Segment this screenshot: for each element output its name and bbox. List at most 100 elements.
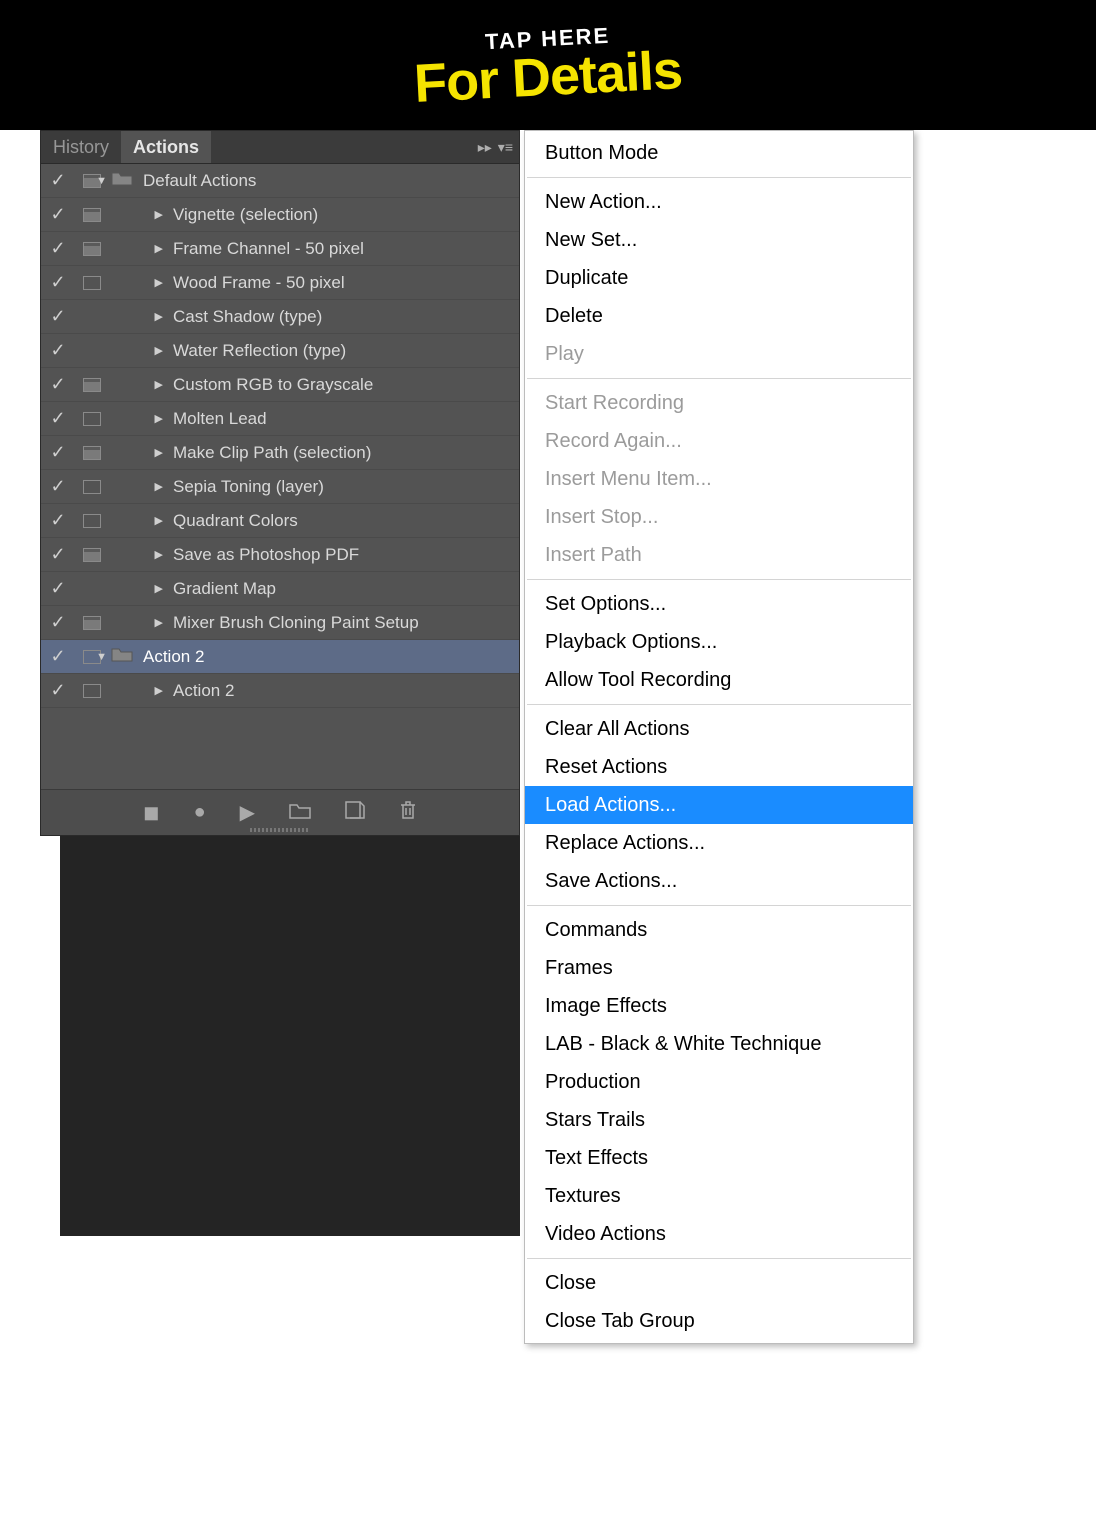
toggle-check[interactable]: ✓: [41, 340, 75, 361]
toggle-check[interactable]: ✓: [41, 408, 75, 429]
toggle-check[interactable]: ✓: [41, 578, 75, 599]
menu-item[interactable]: Button Mode: [525, 134, 913, 172]
menu-item[interactable]: Image Effects: [525, 987, 913, 1025]
dialog-toggle[interactable]: [75, 684, 109, 698]
dialog-toggle[interactable]: [75, 616, 109, 630]
toggle-check[interactable]: ✓: [41, 204, 75, 225]
menu-item[interactable]: Delete: [525, 297, 913, 335]
toggle-check[interactable]: ✓: [41, 510, 75, 531]
menu-item[interactable]: Save Actions...: [525, 862, 913, 900]
menu-item[interactable]: LAB - Black & White Technique: [525, 1025, 913, 1063]
menu-item[interactable]: Allow Tool Recording: [525, 661, 913, 699]
toggle-check[interactable]: ✓: [41, 646, 75, 667]
menu-item[interactable]: Commands: [525, 911, 913, 949]
chevron-right-icon[interactable]: ▶: [155, 684, 163, 697]
action-row[interactable]: ✓▶Water Reflection (type): [41, 334, 519, 368]
menu-item[interactable]: New Set...: [525, 221, 913, 259]
menu-item[interactable]: Playback Options...: [525, 623, 913, 661]
toggle-check[interactable]: ✓: [41, 442, 75, 463]
tab-actions[interactable]: Actions: [121, 131, 211, 163]
tree-cell: ▶: [109, 378, 169, 391]
record-icon[interactable]: ●: [194, 801, 206, 824]
dialog-toggle[interactable]: [75, 446, 109, 460]
menu-item[interactable]: Clear All Actions: [525, 710, 913, 748]
resize-grip[interactable]: [250, 828, 310, 832]
chevron-right-icon[interactable]: ▶: [155, 480, 163, 493]
action-row[interactable]: ✓▶Molten Lead: [41, 402, 519, 436]
dialog-toggle[interactable]: [75, 208, 109, 222]
action-label: Wood Frame - 50 pixel: [169, 273, 519, 293]
chevron-right-icon[interactable]: ▶: [155, 514, 163, 527]
menu-item[interactable]: Replace Actions...: [525, 824, 913, 862]
action-row[interactable]: ✓▶Quadrant Colors: [41, 504, 519, 538]
dialog-toggle[interactable]: [75, 548, 109, 562]
dialog-toggle[interactable]: [75, 514, 109, 528]
action-label: Vignette (selection): [169, 205, 519, 225]
promo-banner[interactable]: TAP HERE For Details: [0, 0, 1096, 130]
menu-item[interactable]: Stars Trails: [525, 1101, 913, 1139]
toggle-check[interactable]: ✓: [41, 544, 75, 565]
action-row[interactable]: ✓▶Gradient Map: [41, 572, 519, 606]
chevron-right-icon[interactable]: ▶: [155, 344, 163, 357]
chevron-right-icon[interactable]: ▶: [155, 616, 163, 629]
menu-item[interactable]: Close Tab Group: [525, 1302, 913, 1340]
menu-item[interactable]: Frames: [525, 949, 913, 987]
chevron-right-icon[interactable]: ▶: [155, 276, 163, 289]
action-row[interactable]: ✓▶Custom RGB to Grayscale: [41, 368, 519, 402]
chevron-right-icon[interactable]: ▶: [155, 378, 163, 391]
new-set-icon[interactable]: [289, 801, 311, 825]
menu-item[interactable]: Video Actions: [525, 1215, 913, 1253]
chevron-right-icon[interactable]: ▶: [155, 310, 163, 323]
menu-item[interactable]: Duplicate: [525, 259, 913, 297]
menu-item[interactable]: Set Options...: [525, 585, 913, 623]
toggle-check[interactable]: ✓: [41, 374, 75, 395]
chevron-down-icon[interactable]: ▼: [96, 175, 107, 187]
action-row[interactable]: ✓▶Action 2: [41, 674, 519, 708]
action-row[interactable]: ✓▼Default Actions: [41, 164, 519, 198]
new-action-icon[interactable]: [345, 801, 365, 825]
collapse-icon[interactable]: ▸▸: [478, 139, 492, 156]
menu-separator: [527, 177, 911, 178]
menu-item[interactable]: Production: [525, 1063, 913, 1101]
toggle-check[interactable]: ✓: [41, 306, 75, 327]
chevron-right-icon[interactable]: ▶: [155, 412, 163, 425]
action-row[interactable]: ✓▶Frame Channel - 50 pixel: [41, 232, 519, 266]
toggle-check[interactable]: ✓: [41, 238, 75, 259]
action-label: Cast Shadow (type): [169, 307, 519, 327]
menu-item[interactable]: Close: [525, 1264, 913, 1302]
toggle-check[interactable]: ✓: [41, 680, 75, 701]
dialog-toggle[interactable]: [75, 378, 109, 392]
menu-item[interactable]: Load Actions...: [525, 786, 913, 824]
action-row[interactable]: ✓ ▶ Cast Shadow (type): [41, 300, 519, 334]
menu-item[interactable]: Text Effects: [525, 1139, 913, 1177]
action-row[interactable]: ✓▶Mixer Brush Cloning Paint Setup: [41, 606, 519, 640]
action-row[interactable]: ✓ ▶ Vignette (selection): [41, 198, 519, 232]
chevron-right-icon[interactable]: ▶: [155, 208, 163, 221]
dialog-toggle[interactable]: [75, 412, 109, 426]
chevron-down-icon[interactable]: ▼: [96, 651, 107, 663]
action-row[interactable]: ✓▶Make Clip Path (selection): [41, 436, 519, 470]
action-row[interactable]: ✓▼Action 2: [41, 640, 519, 674]
action-row[interactable]: ✓▶Sepia Toning (layer): [41, 470, 519, 504]
toggle-check[interactable]: ✓: [41, 476, 75, 497]
action-row[interactable]: ✓▶Save as Photoshop PDF: [41, 538, 519, 572]
toggle-check[interactable]: ✓: [41, 612, 75, 633]
chevron-right-icon[interactable]: ▶: [155, 548, 163, 561]
dialog-toggle[interactable]: [75, 242, 109, 256]
toggle-check[interactable]: ✓: [41, 170, 75, 191]
action-row[interactable]: ✓ ▶ Wood Frame - 50 pixel: [41, 266, 519, 300]
flyout-menu-icon[interactable]: ▾≡: [498, 139, 513, 156]
chevron-right-icon[interactable]: ▶: [155, 582, 163, 595]
trash-icon[interactable]: [399, 800, 417, 826]
dialog-toggle[interactable]: [75, 480, 109, 494]
menu-item[interactable]: Textures: [525, 1177, 913, 1215]
toggle-check[interactable]: ✓: [41, 272, 75, 293]
chevron-right-icon[interactable]: ▶: [155, 446, 163, 459]
play-icon[interactable]: ▶: [240, 800, 255, 825]
menu-item[interactable]: Reset Actions: [525, 748, 913, 786]
menu-item[interactable]: New Action...: [525, 183, 913, 221]
chevron-right-icon[interactable]: ▶: [155, 242, 163, 255]
stop-icon[interactable]: ◼: [143, 800, 160, 825]
tab-history[interactable]: History: [41, 131, 121, 163]
dialog-toggle[interactable]: [75, 276, 109, 290]
